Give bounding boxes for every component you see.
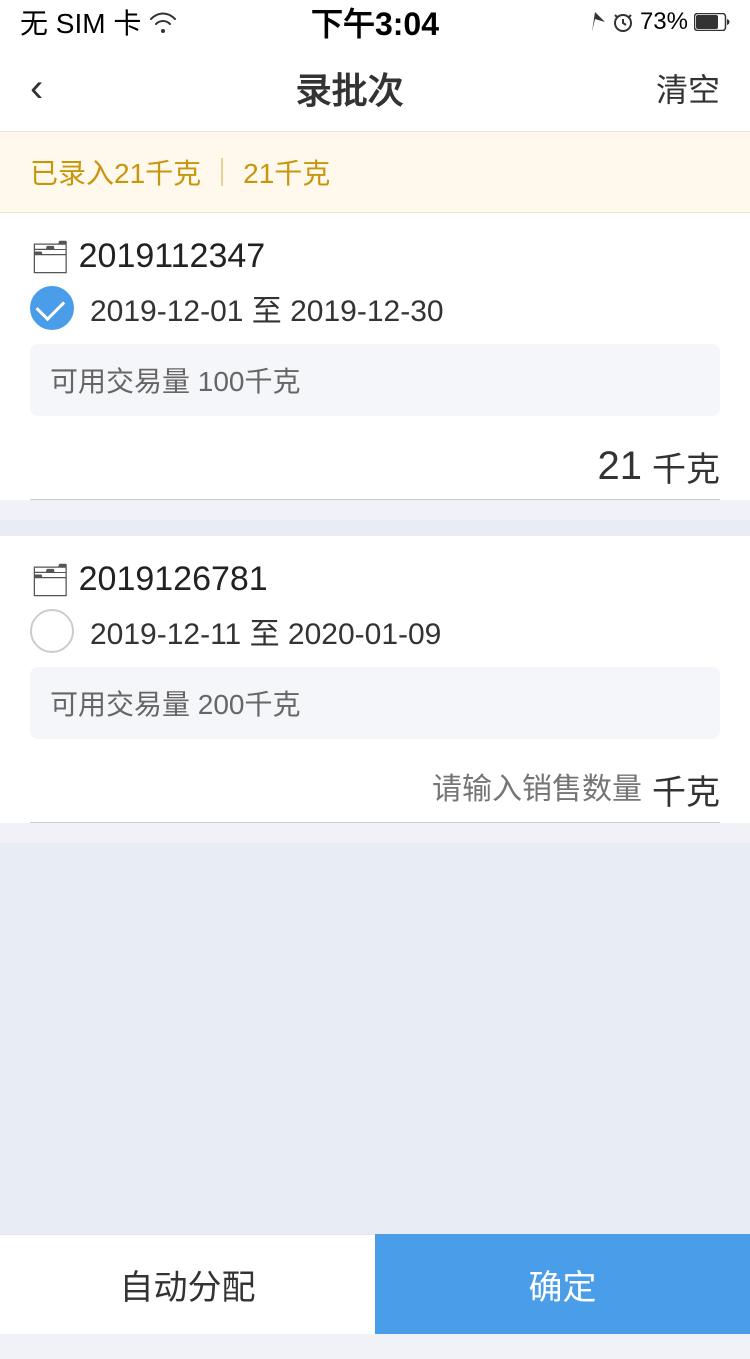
auto-distribute-button[interactable]: 自动分配	[0, 1234, 375, 1334]
batch-item-1: 🗂 2019112347 2019-12-01 至 2019-12-30 可用交…	[0, 213, 750, 500]
summary-label: 已录入21千克	[30, 152, 201, 192]
batch-id-row-2: 🗂 2019126781	[30, 560, 720, 599]
qty-input-2[interactable]	[362, 773, 642, 807]
battery-text: 73%	[640, 8, 688, 36]
batch-date-row-2[interactable]: 2019-12-11 至 2020-01-09	[30, 609, 720, 653]
qty-unit-1: 千克	[652, 442, 720, 491]
page-content: 已录入21千克 21千克 🗂 2019112347 2019-12-01 至 2…	[0, 132, 750, 1359]
location-icon	[584, 11, 606, 33]
available-qty-2: 可用交易量 200千克	[30, 667, 720, 739]
carrier-text: 无 SIM 卡	[20, 2, 141, 42]
qty-unit-2: 千克	[652, 765, 720, 814]
section-separator-2	[0, 843, 750, 859]
input-underline-2	[30, 822, 720, 823]
batch-id-row-1: 🗂 2019112347	[30, 237, 720, 276]
confirm-label: 确定	[529, 1260, 597, 1309]
alarm-icon	[612, 11, 634, 33]
input-underline-1	[30, 499, 720, 500]
radio-1[interactable]	[30, 286, 74, 330]
bottom-space	[0, 859, 750, 1259]
batch-date-1: 2019-12-01 至 2019-12-30	[90, 286, 444, 330]
batch-id-text-1: 2019112347	[79, 237, 266, 276]
back-button[interactable]: ‹	[30, 68, 43, 108]
status-left: 无 SIM 卡	[20, 2, 177, 42]
page-title: 录批次	[296, 62, 404, 114]
nav-bar: ‹ 录批次 清空	[0, 44, 750, 132]
auto-distribute-label: 自动分配	[120, 1260, 256, 1309]
batch-id-icon-1: 🗂	[30, 238, 71, 276]
status-right: 73%	[584, 8, 730, 36]
battery-icon	[694, 13, 730, 31]
status-time: 下午3:04	[311, 0, 439, 45]
batch-item-2: 🗂 2019126781 2019-12-11 至 2020-01-09 可用交…	[0, 536, 750, 823]
qty-input-1[interactable]	[522, 444, 642, 489]
batch-id-text-2: 2019126781	[79, 560, 268, 599]
batch-id-icon-2: 🗂	[30, 561, 71, 599]
batch-date-2: 2019-12-11 至 2020-01-09	[90, 609, 441, 653]
footer: 自动分配 确定	[0, 1234, 750, 1334]
qty-input-row-1: 千克	[0, 432, 750, 491]
summary-divider	[221, 158, 223, 186]
wifi-icon	[149, 11, 177, 33]
clear-button[interactable]: 清空	[656, 65, 720, 111]
batch-item-1-inner: 🗂 2019112347 2019-12-01 至 2019-12-30 可用交…	[0, 213, 750, 416]
radio-2[interactable]	[30, 609, 74, 653]
available-qty-1: 可用交易量 100千克	[30, 344, 720, 416]
summary-value: 21千克	[243, 152, 330, 192]
batch-date-row-1[interactable]: 2019-12-01 至 2019-12-30	[30, 286, 720, 330]
qty-input-row-2: 千克	[0, 755, 750, 814]
section-separator-1	[0, 520, 750, 536]
batch-item-2-inner: 🗂 2019126781 2019-12-11 至 2020-01-09 可用交…	[0, 536, 750, 739]
confirm-button[interactable]: 确定	[375, 1234, 750, 1334]
summary-banner: 已录入21千克 21千克	[0, 132, 750, 213]
status-bar: 无 SIM 卡 下午3:04 73%	[0, 0, 750, 44]
